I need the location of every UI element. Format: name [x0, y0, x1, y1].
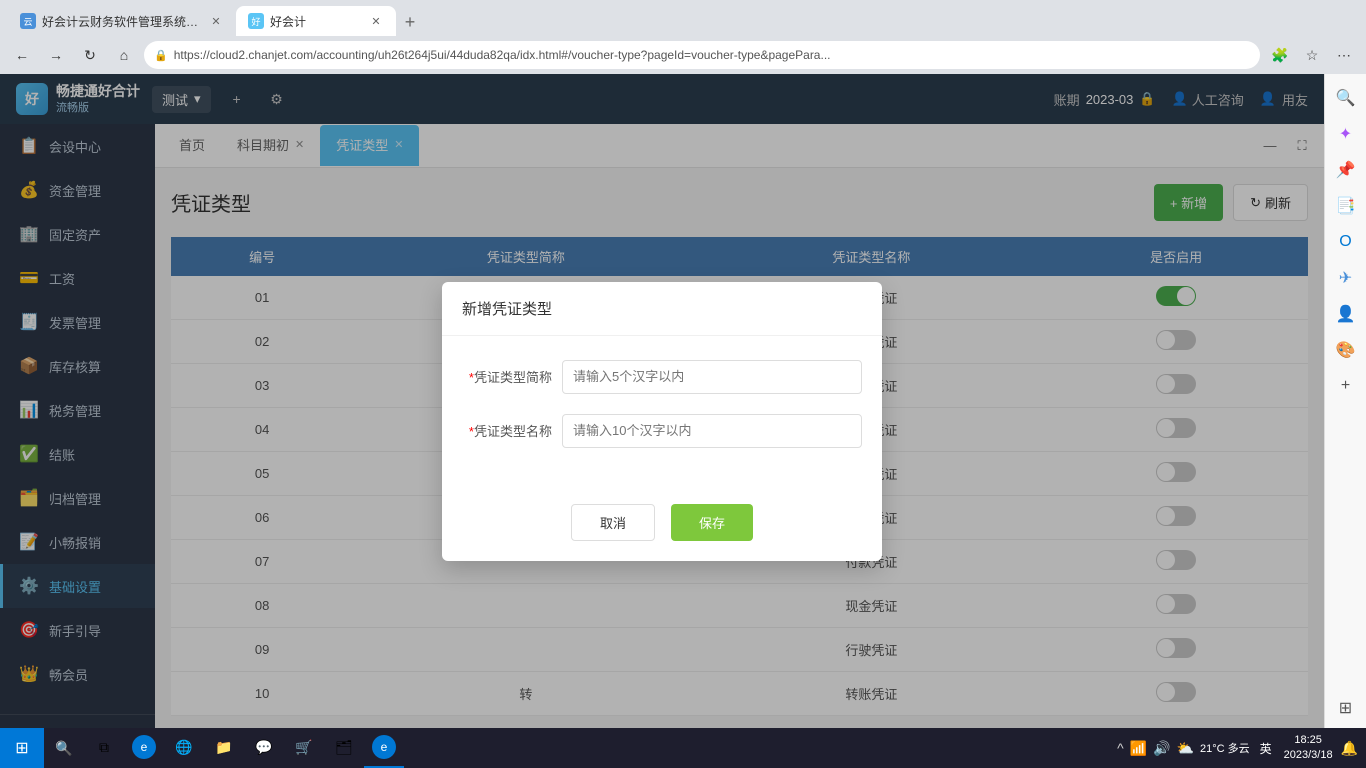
tray-time-value: 18:25 — [1284, 733, 1333, 748]
tray-clock[interactable]: 18:25 2023/3/18 — [1284, 733, 1333, 764]
reload-button[interactable]: ↻ — [76, 41, 104, 69]
lang-label: 英 — [1260, 740, 1272, 757]
tray-icons: ^ 📶 🔊 ⛅ 21°C 多云 英 — [1109, 740, 1280, 757]
ext-search-button[interactable]: 🔍 — [1330, 82, 1362, 114]
ext-color-button[interactable]: 🎨 — [1330, 334, 1362, 366]
store-icon: 🛒 — [292, 735, 316, 759]
browser-extensions-panel: 🔍 ✦ 📌 📑 O ✈ 👤 🎨 + ⊞ ⚙ — [1324, 74, 1366, 768]
tab-1-favicon: 云 — [20, 13, 36, 29]
menu-button[interactable]: ⋯ — [1330, 41, 1358, 69]
modal-body: *凭证类型简称 *凭证类型名称 — [442, 336, 882, 492]
tab-2-close[interactable]: ✕ — [368, 13, 384, 29]
name-form-group: *凭证类型名称 — [462, 414, 862, 448]
task-view-icon: ⧉ — [92, 735, 116, 759]
files-icon: 🗂 — [332, 735, 356, 759]
taskbar-task-view[interactable]: ⧉ — [84, 728, 124, 768]
tab-1-close[interactable]: ✕ — [208, 13, 224, 29]
taskbar-chrome[interactable]: 🌐 — [164, 728, 204, 768]
tab-2-label: 好会计 — [270, 13, 306, 30]
taskbar-wechat[interactable]: 💬 — [244, 728, 284, 768]
ext-grid-button[interactable]: ⊞ — [1330, 692, 1362, 724]
wechat-icon: 💬 — [252, 735, 276, 759]
network-icon[interactable]: 📶 — [1130, 740, 1147, 757]
volume-icon[interactable]: 🔊 — [1153, 740, 1170, 757]
name-label: *凭证类型名称 — [462, 421, 562, 440]
ext-vertical-tabs-button[interactable]: 📑 — [1330, 190, 1362, 222]
taskbar-edge[interactable]: e — [124, 728, 164, 768]
tab-1-label: 好会计云财务软件管理系统_会计 — [42, 13, 202, 30]
taskbar: ⊞ 🔍 ⧉ e 🌐 📁 💬 🛒 🗂 e ^ 📶 🔊 — [0, 728, 1366, 768]
taskbar-files[interactable]: 🗂 — [324, 728, 364, 768]
name-required: * — [469, 424, 474, 439]
browser-tab-2[interactable]: 好 好会计 ✕ — [236, 6, 396, 36]
address-bar[interactable]: 🔒 https://cloud2.chanjet.com/accounting/… — [144, 41, 1260, 69]
taskbar-items: ⧉ e 🌐 📁 💬 🛒 🗂 e — [84, 728, 404, 768]
cancel-button[interactable]: 取消 — [571, 504, 655, 541]
weather-text: 21°C 多云 — [1200, 740, 1250, 756]
edge-2-icon: e — [372, 735, 396, 759]
new-voucher-modal: 新增凭证类型 *凭证类型简称 *凭证类型名称 取消 保存 — [442, 282, 882, 561]
save-button[interactable]: 保存 — [671, 504, 753, 541]
abbr-required: * — [469, 370, 474, 385]
home-button[interactable]: ⌂ — [110, 41, 138, 69]
ext-collections-button[interactable]: 📌 — [1330, 154, 1362, 186]
weather-icon[interactable]: ⛅ — [1177, 740, 1194, 757]
ext-copilot-button[interactable]: ✦ — [1330, 118, 1362, 150]
ext-user-button[interactable]: 👤 — [1330, 298, 1362, 330]
modal-title: 新增凭证类型 — [462, 301, 552, 318]
new-tab-button[interactable]: + — [396, 8, 424, 36]
favorites-button[interactable]: ☆ — [1298, 41, 1326, 69]
back-button[interactable]: ← — [8, 41, 36, 69]
chrome-icon: 🌐 — [172, 735, 196, 759]
abbr-input[interactable] — [562, 360, 862, 394]
url-text: https://cloud2.chanjet.com/accounting/uh… — [174, 48, 1250, 62]
explorer-icon: 📁 — [212, 735, 236, 759]
ext-send-button[interactable]: ✈ — [1330, 262, 1362, 294]
taskbar-edge-2[interactable]: e — [364, 728, 404, 768]
taskbar-search[interactable]: 🔍 — [44, 728, 84, 768]
tab-2-favicon: 好 — [248, 13, 264, 29]
name-input[interactable] — [562, 414, 862, 448]
taskbar-tray: ^ 📶 🔊 ⛅ 21°C 多云 英 18:25 2023/3/18 🔔 — [1101, 733, 1366, 764]
abbr-label: *凭证类型简称 — [462, 367, 562, 386]
edge-icon: e — [132, 735, 156, 759]
taskbar-explorer[interactable]: 📁 — [204, 728, 244, 768]
modal-overlay: 新增凭证类型 *凭证类型简称 *凭证类型名称 取消 保存 — [0, 74, 1324, 768]
ext-outlook-button[interactable]: O — [1330, 226, 1362, 258]
ext-plus-button[interactable]: + — [1330, 370, 1362, 402]
chevron-up-icon[interactable]: ^ — [1117, 740, 1124, 756]
forward-button[interactable]: → — [42, 41, 70, 69]
extensions-button[interactable]: 🧩 — [1266, 41, 1294, 69]
modal-footer: 取消 保存 — [442, 492, 882, 561]
taskbar-store[interactable]: 🛒 — [284, 728, 324, 768]
notification-icon[interactable]: 🔔 — [1341, 740, 1358, 757]
browser-tab-1[interactable]: 云 好会计云财务软件管理系统_会计 ✕ — [8, 6, 236, 36]
security-icon: 🔒 — [154, 49, 168, 62]
abbr-form-group: *凭证类型简称 — [462, 360, 862, 394]
modal-header: 新增凭证类型 — [442, 282, 882, 336]
app-container: 好 畅捷通好合计 流畅版 测试 ▾ + ⚙ 账期 2023-03 🔒 👤 人工咨… — [0, 74, 1324, 768]
start-button[interactable]: ⊞ — [0, 728, 44, 768]
tray-date-value: 2023/3/18 — [1284, 748, 1333, 763]
